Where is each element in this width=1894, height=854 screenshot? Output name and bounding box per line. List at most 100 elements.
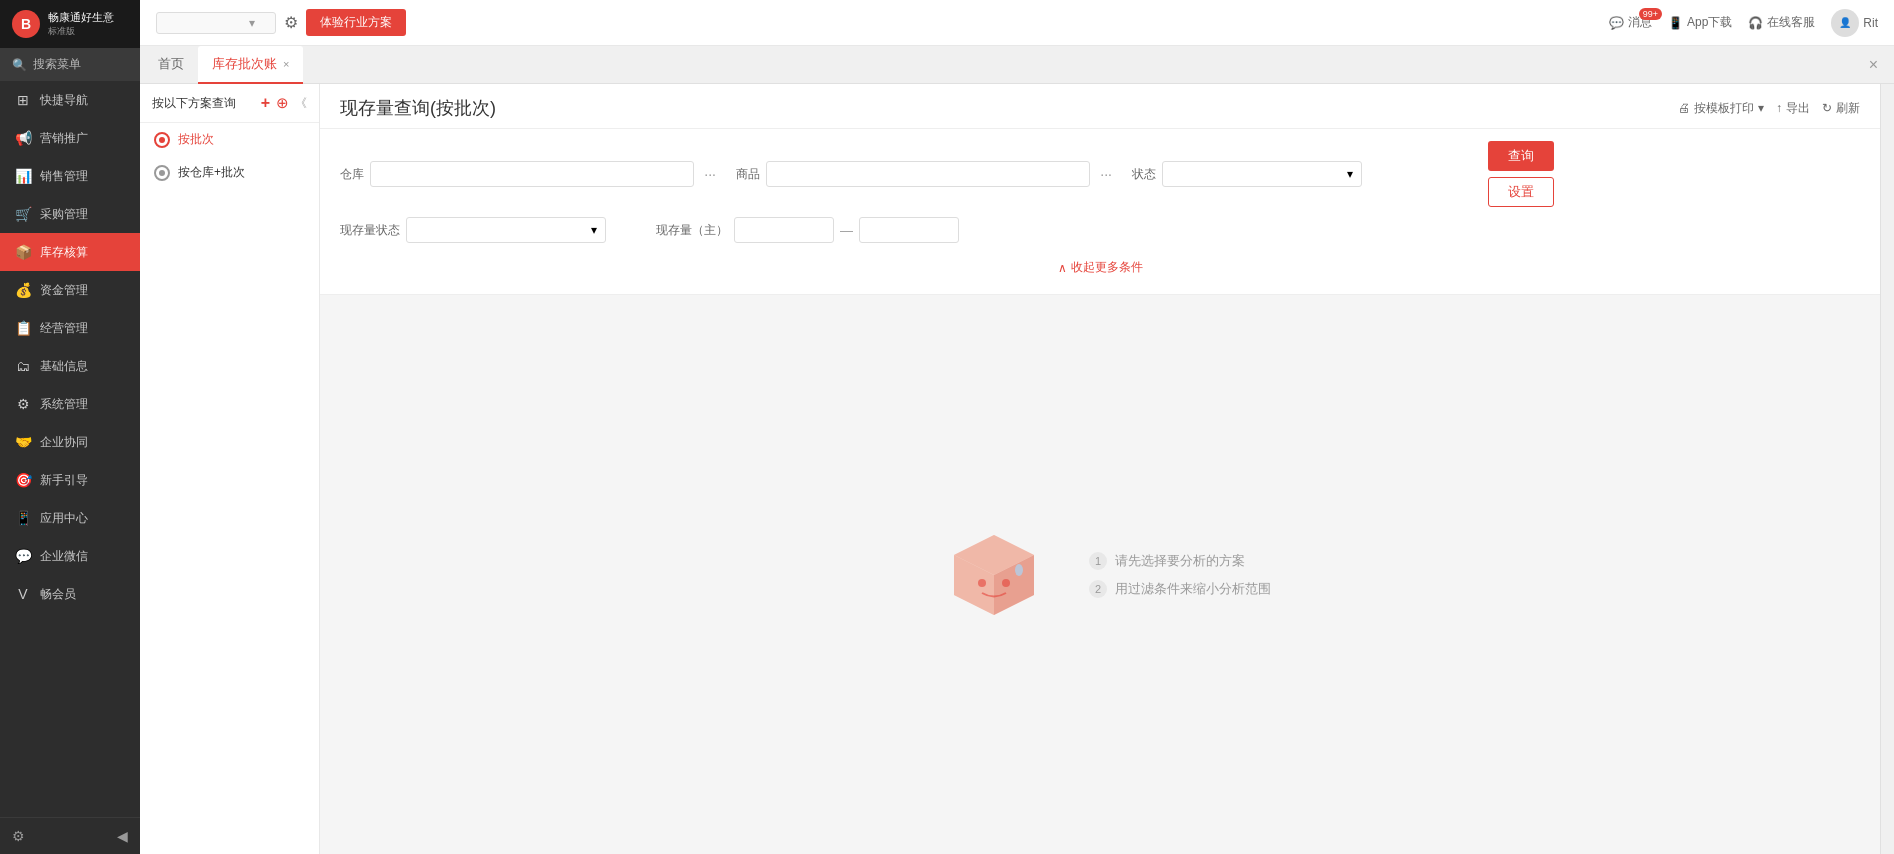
scheme-panel-header: 按以下方案查询 + ⊕ 《	[140, 84, 319, 123]
scheme-dot-inactive	[159, 170, 165, 176]
empty-illustration	[929, 510, 1059, 640]
scheme-icon-active	[154, 132, 170, 148]
query-settings-col: 查询 设置	[1488, 141, 1554, 207]
page-header: 现存量查询(按批次) 🖨 按模板打印 ▾ ↑ 导出 ↻ 刷新	[320, 84, 1880, 129]
sidebar-item-label: 企业协同	[40, 434, 88, 451]
sidebar-item-label: 采购管理	[40, 206, 88, 223]
export-button[interactable]: ↑ 导出	[1776, 100, 1810, 117]
tabbar-close-all-icon[interactable]: ×	[1865, 52, 1882, 78]
sidebar-item-label: 应用中心	[40, 510, 88, 527]
scheme-add-button[interactable]: +	[261, 94, 270, 112]
app-download-button[interactable]: 📱 App下载	[1668, 14, 1732, 31]
warehouse-dots[interactable]: ···	[700, 166, 720, 182]
page-actions: 🖨 按模板打印 ▾ ↑ 导出 ↻ 刷新	[1678, 100, 1860, 117]
service-icon: 🎧	[1748, 16, 1763, 30]
sidebar-item-basic[interactable]: 🗂 基础信息	[0, 347, 140, 385]
app-logo: B	[12, 10, 40, 38]
collapse-filter-label: 收起更多条件	[1071, 259, 1143, 276]
scheme-panel-collapse-icon[interactable]: 《	[295, 95, 307, 112]
settings-button[interactable]: 设置	[1488, 177, 1554, 207]
stock-status-select[interactable]: ▾	[406, 217, 606, 243]
tab-batch-close[interactable]: ×	[283, 58, 289, 70]
user-name: Rit	[1863, 16, 1878, 30]
sidebar-item-label: 新手引导	[40, 472, 88, 489]
collapse-up-icon: ∧	[1058, 261, 1067, 275]
search-menu-button[interactable]: 🔍 搜索菜单	[0, 48, 140, 81]
sidebar-item-finance[interactable]: 💰 资金管理	[0, 271, 140, 309]
print-button[interactable]: 🖨 按模板打印 ▾	[1678, 100, 1764, 117]
sidebar-item-label: 销售管理	[40, 168, 88, 185]
nav-icon-system: ⚙	[14, 395, 32, 413]
sidebar-item-operations[interactable]: 📋 经营管理	[0, 309, 140, 347]
search-menu-label: 搜索菜单	[33, 56, 81, 73]
sidebar-item-appstore[interactable]: 📱 应用中心	[0, 499, 140, 537]
product-input[interactable]	[766, 161, 1090, 187]
sidebar-item-guide[interactable]: 🎯 新手引导	[0, 461, 140, 499]
filter-product: 商品 ···	[736, 161, 1116, 187]
refresh-button[interactable]: ↻ 刷新	[1822, 100, 1860, 117]
stock-status-label: 现存量状态	[340, 222, 400, 239]
online-service-label: 在线客服	[1767, 14, 1815, 31]
scheme-item-warehouse-batch[interactable]: 按仓库+批次	[140, 156, 319, 189]
scheme-item-batch[interactable]: 按批次	[140, 123, 319, 156]
scheme-settings-icon[interactable]: ⊕	[276, 94, 289, 112]
online-service-button[interactable]: 🎧 在线客服	[1748, 14, 1815, 31]
scheme-panel-actions: + ⊕ 《	[261, 94, 307, 112]
nav-icon-basic: 🗂	[14, 357, 32, 375]
empty-cube-svg	[934, 515, 1054, 635]
sidebar-item-label: 畅会员	[40, 586, 76, 603]
sidebar-item-label: 资金管理	[40, 282, 88, 299]
stock-main-from[interactable]	[734, 217, 834, 243]
empty-tip-1: 1 请先选择要分析的方案	[1089, 552, 1271, 570]
print-dropdown-icon[interactable]: ▾	[1758, 101, 1764, 115]
nav-icon-sales: 📊	[14, 167, 32, 185]
tip-text-2: 用过滤条件来缩小分析范围	[1115, 580, 1271, 598]
topbar-search-input[interactable]	[165, 16, 245, 30]
sidebar-item-label: 营销推广	[40, 130, 88, 147]
svg-point-5	[1002, 579, 1010, 587]
sidebar-item-inventory[interactable]: 📦 库存核算	[0, 233, 140, 271]
scheme-dot-active	[159, 137, 165, 143]
nav-icon-operations: 📋	[14, 319, 32, 337]
trial-btn[interactable]: 体验行业方案	[306, 9, 406, 36]
filter-status: 状态 ▾	[1132, 161, 1472, 187]
scheme-icon-inactive	[154, 165, 170, 181]
scheme-panel-title: 按以下方案查询	[152, 95, 236, 112]
user-menu-button[interactable]: 👤 Rit	[1831, 9, 1878, 37]
sidebar-item-label: 经营管理	[40, 320, 88, 337]
topbar-gear-icon[interactable]: ⚙	[284, 13, 298, 32]
status-select[interactable]: ▾	[1162, 161, 1362, 187]
sidebar-item-label: 库存核算	[40, 244, 88, 261]
nav-icon-enterprise: 🤝	[14, 433, 32, 451]
sidebar-item-marketing[interactable]: 📢 营销推广	[0, 119, 140, 157]
sidebar-item-quick-nav[interactable]: ⊞ 快捷导航	[0, 81, 140, 119]
warehouse-label: 仓库	[340, 166, 364, 183]
message-button[interactable]: 💬 消息 99+	[1609, 14, 1652, 31]
topbar-search-box[interactable]: ▾	[156, 12, 276, 34]
sidebar-item-system[interactable]: ⚙ 系统管理	[0, 385, 140, 423]
warehouse-input[interactable]	[370, 161, 694, 187]
settings-icon[interactable]: ⚙	[12, 828, 25, 844]
export-icon: ↑	[1776, 101, 1782, 115]
query-button[interactable]: 查询	[1488, 141, 1554, 171]
filter-row-1: 仓库 ··· 商品 ··· 状态 ▾	[340, 141, 1860, 207]
tab-home[interactable]: 首页	[144, 46, 198, 84]
sidebar-item-vip[interactable]: V 畅会员	[0, 575, 140, 613]
message-badge: 99+	[1639, 8, 1662, 20]
scheme-item-warehouse-batch-label: 按仓库+批次	[178, 164, 245, 181]
sidebar-item-sales[interactable]: 📊 销售管理	[0, 157, 140, 195]
status-dropdown-icon: ▾	[1347, 167, 1353, 181]
stock-main-to[interactable]	[859, 217, 959, 243]
sidebar-item-wechat[interactable]: 💬 企业微信	[0, 537, 140, 575]
nav-icon-vip: V	[14, 585, 32, 603]
sidebar-item-purchase[interactable]: 🛒 采购管理	[0, 195, 140, 233]
collapse-filter-button[interactable]: ∧ 收起更多条件	[340, 253, 1860, 282]
sidebar-item-enterprise[interactable]: 🤝 企业协同	[0, 423, 140, 461]
topbar-left: ▾ ⚙ 体验行业方案	[156, 9, 1599, 36]
filter-warehouse: 仓库 ···	[340, 161, 720, 187]
collapse-sidebar-icon[interactable]: ◀	[117, 828, 128, 844]
topbar-search-dropdown-icon[interactable]: ▾	[249, 16, 255, 30]
product-dots[interactable]: ···	[1096, 166, 1116, 182]
stock-status-dropdown-icon: ▾	[591, 223, 597, 237]
tab-batch-account[interactable]: 库存批次账 ×	[198, 46, 303, 84]
